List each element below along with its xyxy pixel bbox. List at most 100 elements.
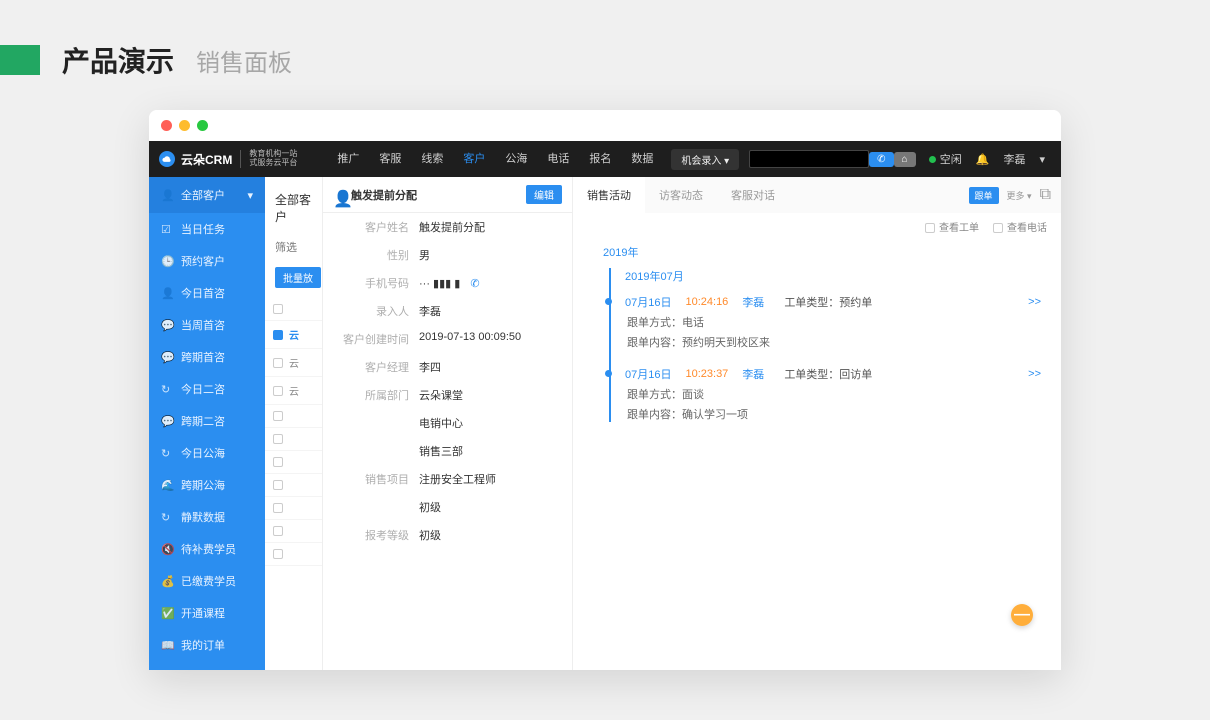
search-input[interactable]	[749, 150, 869, 168]
sidebar-item-13[interactable]: 📖我的订单	[149, 629, 265, 661]
expand-icon[interactable]: ⧉	[1040, 186, 1051, 204]
sidebar-item-5[interactable]: ↻今日二咨	[149, 373, 265, 405]
sidebar-item-4[interactable]: 💬跨期首咨	[149, 341, 265, 373]
app-window: 云朵CRM 教育机构一站式服务云平台 推广客服线索客户公海电话报名数据 机会录入…	[149, 110, 1061, 670]
phone-icon[interactable]: ✆	[470, 277, 479, 290]
opportunity-button[interactable]: 机会录入	[671, 149, 739, 170]
sidebar-item-12[interactable]: ✅开通课程	[149, 597, 265, 629]
logo-icon	[159, 151, 175, 167]
minimize-icon[interactable]	[179, 120, 190, 131]
window-controls	[149, 110, 1061, 141]
activity-tab-2[interactable]: 客服对话	[717, 177, 789, 213]
entry-expand[interactable]: >>	[1028, 368, 1041, 380]
sidebar: 👤 全部客户 ▾ ☑当日任务🕒预约客户👤今日首咨💬当周首咨💬跨期首咨↻今日二咨💬…	[149, 177, 265, 670]
detail-field: 性别男	[323, 241, 572, 269]
status-indicator: 空闲	[929, 151, 962, 167]
activity-panel: 销售活动访客动态客服对话 跟单 更多 ▾ ⧉ 查看工单 查看电话 2019年 2…	[573, 177, 1061, 670]
nav-item-1[interactable]: 客服	[369, 141, 411, 177]
sidebar-item-1[interactable]: 🕒预约客户	[149, 245, 265, 277]
row-checkbox[interactable]	[273, 304, 283, 314]
accent-block	[0, 45, 40, 75]
row-checkbox[interactable]	[273, 503, 283, 513]
row-checkbox[interactable]	[273, 549, 283, 559]
sidebar-icon: 💬	[161, 351, 173, 364]
timeline-month: 2019年07月	[625, 268, 1041, 284]
entry-method: 跟单方式：面谈	[625, 386, 1041, 402]
nav-item-4[interactable]: 公海	[495, 141, 537, 177]
row-checkbox[interactable]	[273, 480, 283, 490]
entry-content: 跟单内容：确认学习一项	[625, 406, 1041, 422]
close-icon[interactable]	[161, 120, 172, 131]
row-checkbox[interactable]	[273, 411, 283, 421]
table-row[interactable]	[265, 298, 322, 321]
sidebar-item-3[interactable]: 💬当周首咨	[149, 309, 265, 341]
entry-type: 工单类型：回访单	[784, 366, 872, 382]
batch-button[interactable]: 批量放	[275, 267, 321, 288]
fab-button[interactable]: —	[1011, 604, 1033, 626]
maximize-icon[interactable]	[197, 120, 208, 131]
sidebar-item-11[interactable]: 💰已缴费学员	[149, 565, 265, 597]
table-row[interactable]: 云	[265, 349, 322, 377]
sidebar-item-2[interactable]: 👤今日首咨	[149, 277, 265, 309]
sidebar-item-10[interactable]: 🔇待补费学员	[149, 533, 265, 565]
activity-tab-0[interactable]: 销售活动	[573, 177, 645, 213]
table-row[interactable]: 云	[265, 377, 322, 405]
entry-user: 李磊	[742, 366, 764, 382]
sidebar-item-9[interactable]: ↻静默数据	[149, 501, 265, 533]
row-checkbox[interactable]	[273, 386, 283, 396]
detail-title: 触发提前分配	[351, 187, 417, 203]
nav-item-3[interactable]: 客户	[453, 141, 495, 177]
nav-item-0[interactable]: 推广	[327, 141, 369, 177]
table-row[interactable]	[265, 428, 322, 451]
entry-time: 10:23:37	[685, 368, 728, 380]
sidebar-item-6[interactable]: 💬跨期二咨	[149, 405, 265, 437]
sidebar-item-0[interactable]: ☑当日任务	[149, 213, 265, 245]
edit-button[interactable]: 编辑	[526, 185, 562, 204]
table-row[interactable]	[265, 520, 322, 543]
filter-label[interactable]: 筛选	[265, 231, 322, 263]
row-checkbox[interactable]	[273, 434, 283, 444]
brand-text: 云朵CRM	[181, 151, 232, 168]
sidebar-header[interactable]: 👤 全部客户 ▾	[149, 177, 265, 213]
bell-icon[interactable]: 🔔	[976, 153, 990, 166]
logo[interactable]: 云朵CRM 教育机构一站式服务云平台	[149, 150, 307, 168]
nav-item-6[interactable]: 报名	[579, 141, 621, 177]
current-user[interactable]: 李磊	[1003, 151, 1025, 167]
row-checkbox[interactable]	[273, 330, 283, 340]
sidebar-item-7[interactable]: ↻今日公海	[149, 437, 265, 469]
list-title: 全部客户	[265, 177, 322, 231]
entry-expand[interactable]: >>	[1028, 296, 1041, 308]
sidebar-item-8[interactable]: 🌊跨期公海	[149, 469, 265, 501]
table-row[interactable]	[265, 405, 322, 428]
customer-list: 全部客户 筛选 批量放 云云云	[265, 177, 323, 670]
nav-item-7[interactable]: 数据	[621, 141, 663, 177]
table-row[interactable]	[265, 451, 322, 474]
table-row[interactable]	[265, 497, 322, 520]
row-checkbox[interactable]	[273, 526, 283, 536]
nav-item-2[interactable]: 线索	[411, 141, 453, 177]
more-menu[interactable]: 更多 ▾	[1007, 189, 1032, 202]
filter-phone[interactable]: 查看电话	[993, 219, 1047, 234]
activity-tab-1[interactable]: 访客动态	[645, 177, 717, 213]
entry-date: 07月16日	[625, 366, 671, 382]
activity-tabs: 销售活动访客动态客服对话 跟单 更多 ▾ ⧉	[573, 177, 1061, 213]
sidebar-icon: 💬	[161, 319, 173, 332]
table-row[interactable]	[265, 543, 322, 566]
entry-user: 李磊	[742, 294, 764, 310]
timeline-entry: 07月16日10:24:16李磊工单类型：预约单>>跟单方式：电话跟单内容：预约…	[625, 294, 1041, 350]
detail-field: 电销中心	[323, 409, 572, 437]
user-menu-icon[interactable]: ▾	[1039, 153, 1045, 166]
table-row[interactable]	[265, 474, 322, 497]
entry-time: 10:24:16	[685, 296, 728, 308]
filter-ticket[interactable]: 查看工单	[925, 219, 979, 234]
row-checkbox[interactable]	[273, 358, 283, 368]
phone-on-icon[interactable]: ✆	[869, 152, 893, 167]
slide-title: 产品演示	[62, 40, 174, 80]
nav-item-5[interactable]: 电话	[537, 141, 579, 177]
row-checkbox[interactable]	[273, 457, 283, 467]
users-icon: 👤	[161, 189, 173, 202]
entry-date: 07月16日	[625, 294, 671, 310]
table-row[interactable]: 云	[265, 321, 322, 349]
follow-tag[interactable]: 跟单	[969, 187, 999, 204]
phone-off-icon[interactable]: ⌂	[894, 152, 916, 167]
